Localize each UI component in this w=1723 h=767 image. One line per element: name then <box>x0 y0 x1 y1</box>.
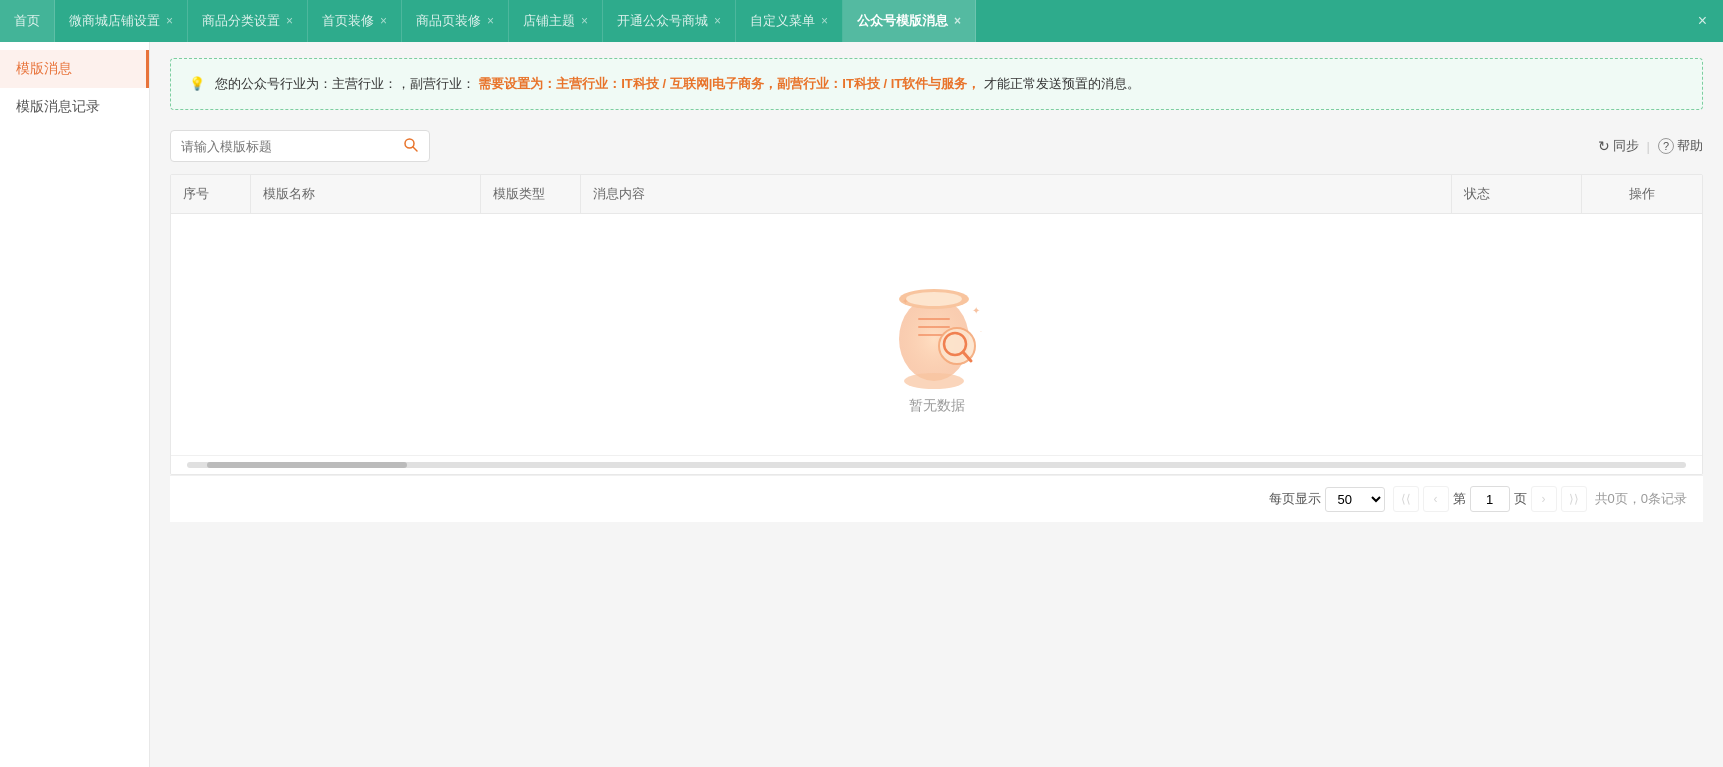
th-content: 消息内容 <box>581 175 1452 213</box>
tab-template-message-label: 公众号模版消息 <box>857 12 948 30</box>
page-nav: ⟨⟨ ‹ 第 页 › ⟩⟩ <box>1393 486 1587 512</box>
tab-home[interactable]: 首页 <box>0 0 55 42</box>
tab-open-mall[interactable]: 开通公众号商城 × <box>603 0 736 42</box>
prev-page-button[interactable]: ‹ <box>1423 486 1449 512</box>
tab-shop-settings-close[interactable]: × <box>166 14 173 28</box>
tab-homepage-decoration-label: 首页装修 <box>322 12 374 30</box>
tab-custom-menu[interactable]: 自定义菜单 × <box>736 0 843 42</box>
tab-category-settings-close[interactable]: × <box>286 14 293 28</box>
tab-product-decoration-label: 商品页装修 <box>416 12 481 30</box>
tab-bar-global-close[interactable]: × <box>1682 12 1723 30</box>
toolbar-divider: | <box>1647 139 1650 154</box>
table-header: 序号 模版名称 模版类型 消息内容 状态 操作 <box>171 175 1702 214</box>
tab-shop-settings[interactable]: 微商城店铺设置 × <box>55 0 188 42</box>
sync-button[interactable]: ↻ 同步 <box>1598 137 1639 155</box>
tab-category-settings-label: 商品分类设置 <box>202 12 280 30</box>
page-label-before: 第 <box>1453 490 1466 508</box>
tab-shop-theme[interactable]: 店铺主题 × <box>509 0 603 42</box>
tab-product-decoration[interactable]: 商品页装修 × <box>402 0 509 42</box>
tab-template-message[interactable]: 公众号模版消息 × <box>843 0 976 42</box>
empty-illustration: ✦ ✦ · <box>872 264 1002 397</box>
search-button[interactable] <box>403 137 419 156</box>
page-size-dropdown[interactable]: 50 20 100 <box>1325 487 1385 512</box>
current-page-input[interactable] <box>1470 486 1510 512</box>
sidebar-item-template-message-log[interactable]: 模版消息记录 <box>0 88 149 126</box>
svg-point-11 <box>904 373 964 389</box>
search-input-wrap <box>170 130 430 162</box>
tab-open-mall-close[interactable]: × <box>714 14 721 28</box>
th-status: 状态 <box>1452 175 1582 213</box>
tab-homepage-decoration[interactable]: 首页装修 × <box>308 0 402 42</box>
scrollbar-thumb[interactable] <box>207 462 407 468</box>
first-page-button[interactable]: ⟨⟨ <box>1393 486 1419 512</box>
tab-shop-theme-close[interactable]: × <box>581 14 588 28</box>
last-page-button[interactable]: ⟩⟩ <box>1561 486 1587 512</box>
content-area: 💡 您的公众号行业为：主营行业：，副营行业： 需要设置为：主营行业：IT科技 /… <box>150 42 1723 767</box>
pagination-row: 每页显示 50 20 100 ⟨⟨ ‹ 第 页 › ⟩⟩ 共0页，0条记录 <box>170 475 1703 522</box>
scrollbar-track[interactable] <box>187 462 1686 468</box>
sidebar-item-template-message-log-label: 模版消息记录 <box>16 98 100 114</box>
sidebar-item-template-message[interactable]: 模版消息 <box>0 50 149 88</box>
svg-line-1 <box>413 147 417 151</box>
help-label: 帮助 <box>1677 137 1703 155</box>
th-seq: 序号 <box>171 175 251 213</box>
total-info: 共0页，0条记录 <box>1595 490 1687 508</box>
th-name: 模版名称 <box>251 175 481 213</box>
sync-label: 同步 <box>1613 137 1639 155</box>
help-button[interactable]: ? 帮助 <box>1658 137 1703 155</box>
tab-open-mall-label: 开通公众号商城 <box>617 12 708 30</box>
tab-template-message-close[interactable]: × <box>954 14 961 28</box>
search-input[interactable] <box>181 139 403 154</box>
tab-product-decoration-close[interactable]: × <box>487 14 494 28</box>
svg-text:·: · <box>980 328 982 335</box>
svg-text:✦: ✦ <box>972 305 980 316</box>
th-type: 模版类型 <box>481 175 581 213</box>
data-table: 序号 模版名称 模版类型 消息内容 状态 操作 <box>170 174 1703 475</box>
search-row: ↻ 同步 | ? 帮助 <box>170 130 1703 162</box>
tab-home-label: 首页 <box>14 12 40 30</box>
notice-icon: 💡 <box>189 76 205 91</box>
toolbar-right: ↻ 同步 | ? 帮助 <box>1598 137 1703 155</box>
page-size-label: 每页显示 <box>1269 490 1321 508</box>
tab-custom-menu-label: 自定义菜单 <box>750 12 815 30</box>
next-page-button[interactable]: › <box>1531 486 1557 512</box>
main-layout: 模版消息 模版消息记录 💡 您的公众号行业为：主营行业：，副营行业： 需要设置为… <box>0 42 1723 767</box>
th-action: 操作 <box>1582 175 1702 213</box>
page-size-select: 每页显示 50 20 100 <box>1269 487 1385 512</box>
svg-point-4 <box>906 292 962 306</box>
sync-icon: ↻ <box>1598 138 1610 154</box>
help-icon: ? <box>1658 138 1674 154</box>
tab-bar: 首页 微商城店铺设置 × 商品分类设置 × 首页装修 × 商品页装修 × 店铺主… <box>0 0 1723 42</box>
svg-text:✦: ✦ <box>902 297 909 306</box>
empty-text: 暂无数据 <box>909 397 965 415</box>
page-label-after: 页 <box>1514 490 1527 508</box>
notice-highlight: 需要设置为：主营行业：IT科技 / 互联网|电子商务，副营行业：IT科技 / I… <box>478 76 980 91</box>
sidebar-item-template-message-label: 模版消息 <box>16 60 72 76</box>
tab-shop-theme-label: 店铺主题 <box>523 12 575 30</box>
notice-box: 💡 您的公众号行业为：主营行业：，副营行业： 需要设置为：主营行业：IT科技 /… <box>170 58 1703 110</box>
tab-custom-menu-close[interactable]: × <box>821 14 828 28</box>
scrollbar-row <box>171 455 1702 474</box>
tab-shop-settings-label: 微商城店铺设置 <box>69 12 160 30</box>
tab-category-settings[interactable]: 商品分类设置 × <box>188 0 308 42</box>
notice-text-after: 才能正常发送预置的消息。 <box>984 76 1140 91</box>
tab-homepage-decoration-close[interactable]: × <box>380 14 387 28</box>
empty-state: ✦ ✦ · 暂无数据 <box>171 214 1702 455</box>
notice-text-before: 您的公众号行业为：主营行业：，副营行业： <box>215 76 475 91</box>
sidebar: 模版消息 模版消息记录 <box>0 42 150 767</box>
